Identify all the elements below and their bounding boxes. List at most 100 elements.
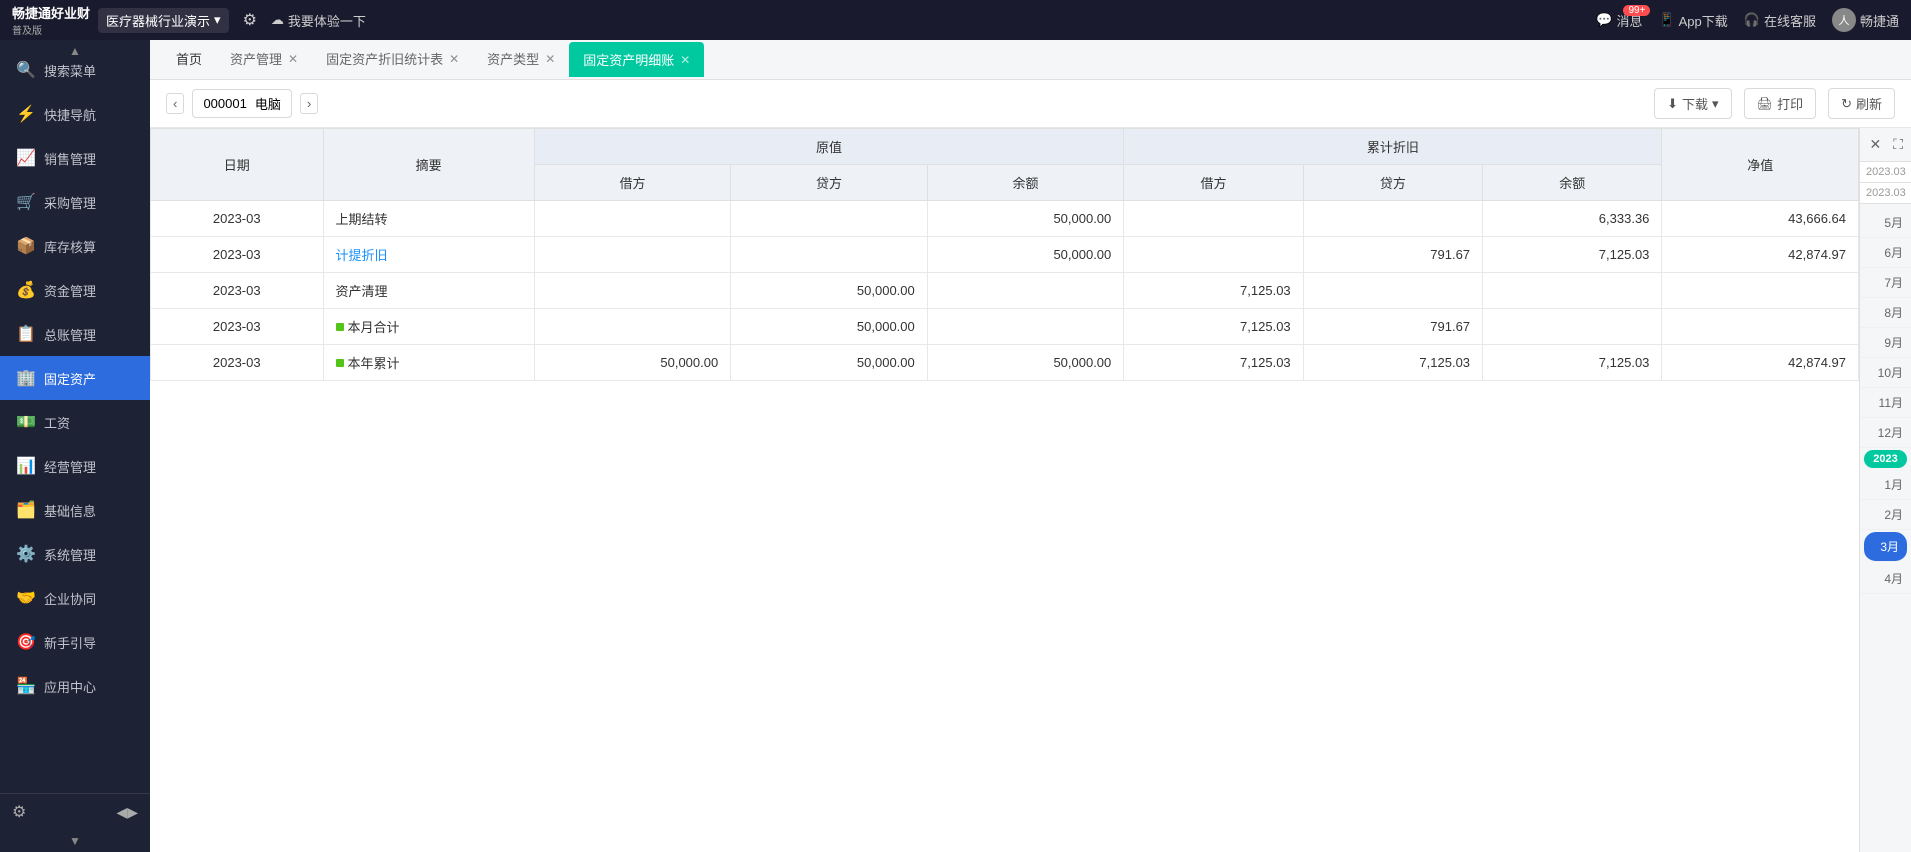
sidebar-item-ledger[interactable]: 📋 总账管理 (0, 312, 150, 356)
message-btn[interactable]: 💬 消息 99+ (1596, 11, 1642, 30)
prev-asset-button[interactable]: ‹ (166, 93, 184, 114)
year-badge[interactable]: 2023 (1864, 450, 1907, 468)
handshake-icon: 🤝 (16, 588, 34, 608)
message-icon: 💬 (1596, 12, 1612, 28)
sidebar-item-app-center[interactable]: 🏪 应用中心 (0, 664, 150, 708)
month-item[interactable]: 7月 (1860, 268, 1911, 298)
cell-net_value: 43,666.64 (1662, 201, 1859, 237)
panel-close-button[interactable]: ✕ (1865, 134, 1885, 155)
cell-orig_credit: 50,000.00 (731, 345, 928, 381)
cell-date: 2023-03 (151, 237, 324, 273)
month-item[interactable]: 11月 (1860, 388, 1911, 418)
tab-home[interactable]: 首页 (162, 41, 216, 78)
cell-accum_debit (1124, 201, 1303, 237)
cell-orig_balance (927, 273, 1124, 309)
global-settings-button[interactable]: ⚙ (12, 802, 26, 822)
col-orig-debit: 借方 (534, 165, 731, 201)
download-button[interactable]: ⬇ 下载 ▾ (1654, 88, 1731, 119)
sidebar-item-payroll[interactable]: 💵 工资 (0, 400, 150, 444)
sidebar-item-inventory[interactable]: 📦 库存核算 (0, 224, 150, 268)
tab-close-asset-detail[interactable]: ✕ (680, 53, 690, 67)
print-button[interactable]: 🖨 打印 (1744, 88, 1817, 119)
sidebar-bottom-bar: ⚙ ◀▶ (0, 793, 150, 830)
avatar: 人 (1832, 8, 1856, 32)
tab-asset-detail[interactable]: 固定资产明细账 ✕ (569, 42, 704, 77)
sidebar-item-fixed-assets[interactable]: 🏢 固定资产 (0, 356, 150, 400)
month-item[interactable]: 1月 (1860, 470, 1911, 500)
table-and-panel: 日期 摘要 原值 累计折旧 净值 借方 贷方 余额 借方 贷方 余额 (150, 128, 1911, 852)
asset-selector[interactable]: 000001 电脑 (192, 89, 291, 118)
app-icon: 📱 (1658, 12, 1674, 28)
sidebar-item-basic-info[interactable]: 🗂️ 基础信息 (0, 488, 150, 532)
sidebar-item-purchase[interactable]: 🛒 采购管理 (0, 180, 150, 224)
sidebar-item-sales[interactable]: 📈 销售管理 (0, 136, 150, 180)
col-accum-group: 累计折旧 (1124, 129, 1662, 165)
month-item[interactable]: 8月 (1860, 298, 1911, 328)
company-select[interactable]: 医疗器械行业演示 ▾ (98, 8, 229, 33)
col-date: 日期 (151, 129, 324, 201)
cell-orig_balance: 50,000.00 (927, 201, 1124, 237)
col-accum-balance: 余额 (1483, 165, 1662, 201)
cell-date: 2023-03 (151, 309, 324, 345)
cell-accum_credit: 791.67 (1303, 309, 1482, 345)
payroll-icon: 💵 (16, 412, 34, 432)
cell-summary: 本年累计 (323, 345, 534, 381)
logo-title: 畅捷通好业财 (12, 3, 90, 22)
cell-accum_balance: 6,333.36 (1483, 201, 1662, 237)
settings-icon[interactable]: ⚙ (237, 8, 263, 32)
tab-asset-type[interactable]: 资产类型 ✕ (473, 41, 569, 78)
sidebar-item-ops[interactable]: 📊 经营管理 (0, 444, 150, 488)
experience-button[interactable]: ☁ 我要体验一下 (271, 11, 366, 30)
month-item[interactable]: 9月 (1860, 328, 1911, 358)
sidebar-item-finance[interactable]: 💰 资金管理 (0, 268, 150, 312)
sidebar-item-quick-nav[interactable]: ⚡ 快捷导航 (0, 92, 150, 136)
sidebar-item-sys-mgmt[interactable]: ⚙️ 系统管理 (0, 532, 150, 576)
sidebar-scroll-down[interactable]: ▼ (69, 834, 81, 848)
dropdown-arrow-icon: ▾ (1712, 96, 1719, 112)
table-row: 2023-03本年累计50,000.0050,000.0050,000.007,… (151, 345, 1859, 381)
month-item[interactable]: 3月 (1864, 532, 1907, 562)
month-item[interactable]: 2月 (1860, 500, 1911, 530)
cell-summary: 本月合计 (323, 309, 534, 345)
cell-accum_balance: 7,125.03 (1483, 237, 1662, 273)
right-panel-header: ✕ ⛶ (1860, 128, 1911, 162)
cell-accum_debit: 7,125.03 (1124, 273, 1303, 309)
cell-orig_balance: 50,000.00 (927, 345, 1124, 381)
lightning-icon: ⚡ (16, 104, 34, 124)
month-item[interactable]: 10月 (1860, 358, 1911, 388)
refresh-icon: ↻ (1841, 96, 1852, 112)
month-item[interactable]: 6月 (1860, 238, 1911, 268)
sidebar-item-search[interactable]: 🔍 搜索菜单 (0, 48, 150, 92)
tab-depreciation-table[interactable]: 固定资产折旧统计表 ✕ (312, 41, 473, 78)
cell-summary: 资产清理 (323, 273, 534, 309)
month-item[interactable]: 4月 (1860, 564, 1911, 594)
top-bar-right: 💬 消息 99+ 📱 App下载 🎧 在线客服 人 畅捷通 (1596, 8, 1899, 32)
tab-asset-mgmt[interactable]: 资产管理 ✕ (216, 41, 312, 78)
box-icon: 📦 (16, 236, 34, 256)
month-item[interactable]: 12月 (1860, 418, 1911, 448)
month-item[interactable]: 5月 (1860, 208, 1911, 238)
tab-close-depreciation[interactable]: ✕ (449, 52, 459, 66)
top-bar-left: 畅捷通好业财 普及版 医疗器械行业演示 ▾ ⚙ ☁ 我要体验一下 (12, 3, 366, 37)
col-net-value: 净值 (1662, 129, 1859, 201)
right-panel-scroll[interactable]: 5月6月7月8月9月10月11月12月 2023 1月2月3月4月 (1860, 204, 1911, 852)
next-asset-button[interactable]: › (300, 93, 318, 114)
collapse-sidebar-button[interactable]: ◀▶ (116, 804, 138, 821)
refresh-button[interactable]: ↻ 刷新 (1828, 88, 1895, 119)
search-icon: 🔍 (16, 60, 34, 80)
cell-orig_debit (534, 237, 731, 273)
tab-close-asset-mgmt[interactable]: ✕ (288, 52, 298, 66)
cell-orig_debit (534, 201, 731, 237)
cell-accum_credit (1303, 273, 1482, 309)
user-profile[interactable]: 人 畅捷通 (1832, 8, 1899, 32)
panel-expand-button[interactable]: ⛶ (1889, 134, 1907, 155)
cell-accum_balance (1483, 309, 1662, 345)
cell-net_value (1662, 309, 1859, 345)
cell-accum_balance: 7,125.03 (1483, 345, 1662, 381)
tab-close-asset-type[interactable]: ✕ (545, 52, 555, 66)
cell-accum_credit (1303, 201, 1482, 237)
sidebar-item-enterprise[interactable]: 🤝 企业协同 (0, 576, 150, 620)
online-service-btn[interactable]: 🎧 在线客服 (1744, 11, 1816, 30)
sidebar-item-guide[interactable]: 🎯 新手引导 (0, 620, 150, 664)
app-download-btn[interactable]: 📱 App下载 (1658, 11, 1727, 30)
